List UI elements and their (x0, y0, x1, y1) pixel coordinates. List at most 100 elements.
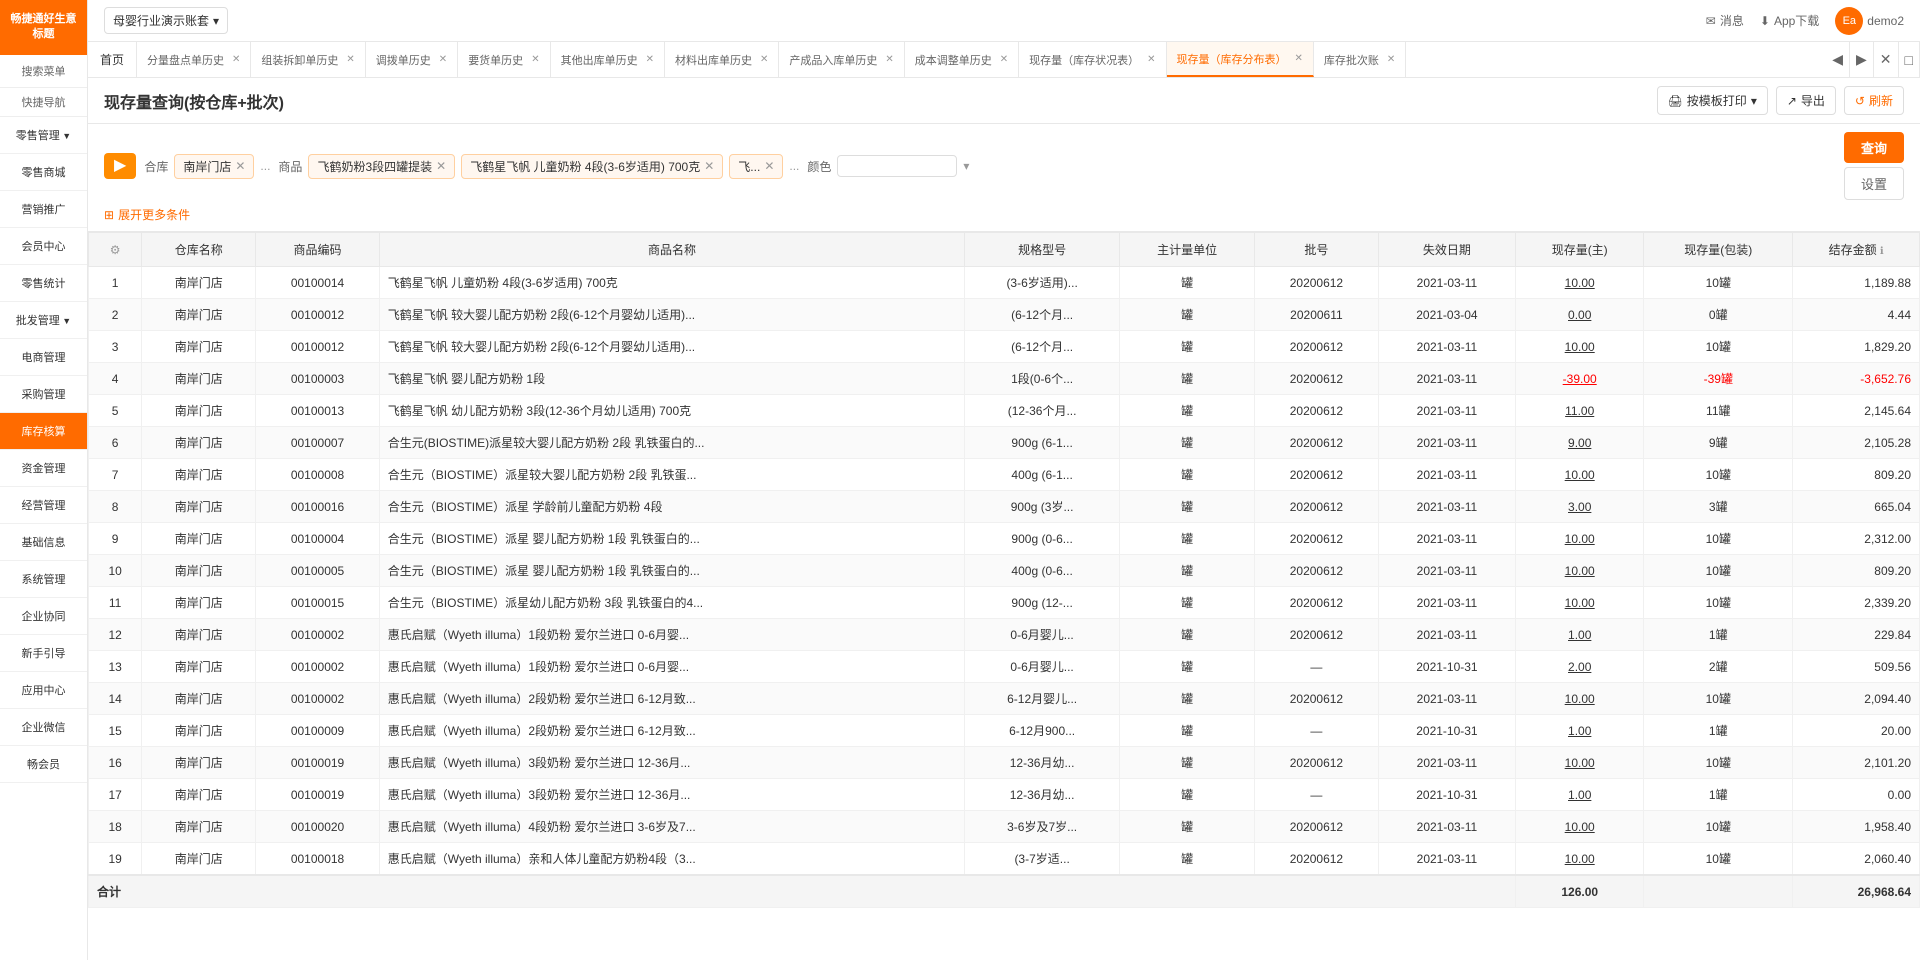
setting-button[interactable]: 设置 (1844, 167, 1904, 200)
sidebar-item-marketing[interactable]: 营销推广 (0, 191, 87, 228)
cell-qty[interactable]: 10.00 (1516, 523, 1644, 555)
goods-tag-3[interactable]: 飞... ✕ (729, 154, 783, 179)
cell-qty[interactable]: 10.00 (1516, 747, 1644, 779)
tab-close-other-out[interactable]: ✕ (646, 54, 654, 65)
cell-qty[interactable]: 0.00 (1516, 299, 1644, 331)
sidebar-item-finance-mgmt[interactable]: 资金管理 (0, 450, 87, 487)
cell-qty[interactable]: -39.00 (1516, 363, 1644, 395)
org-selector[interactable]: 母婴行业演示账套 ▾ (104, 7, 228, 34)
tab-inventory-dist[interactable]: 现存量（库存分布表）✕ (1167, 42, 1314, 77)
export-button[interactable]: ↗ 导出 (1776, 86, 1836, 115)
sidebar-item-enterprise-wechat[interactable]: 企业微信 (0, 709, 87, 746)
tab-close-inventory-dist[interactable]: ✕ (1295, 53, 1303, 64)
table-body: 1南岸门店00100014飞鹤星飞帆 儿童奶粉 4段(3-6岁适用) 700克(… (89, 267, 1920, 876)
cell-qty[interactable]: 11.00 (1516, 395, 1644, 427)
goods-tag-1[interactable]: 飞鹤奶粉3段四罐提装 ✕ (308, 154, 455, 179)
query-button[interactable]: 查询 (1844, 132, 1904, 163)
refresh-button[interactable]: ↺ 刷新 (1844, 86, 1904, 115)
cell-qty[interactable]: 10.00 (1516, 555, 1644, 587)
cell-batch: 20200612 (1255, 843, 1378, 876)
message-btn[interactable]: ✉ 消息 (1706, 12, 1744, 29)
goods-tag-3-close[interactable]: ✕ (764, 159, 774, 173)
cell-qty[interactable]: 1.00 (1516, 619, 1644, 651)
tab-close-cost-adjust[interactable]: ✕ (1000, 54, 1008, 65)
warehouse-tag[interactable]: 南岸门店 ✕ (174, 154, 254, 179)
sidebar-item-member-card[interactable]: 畅会员 (0, 746, 87, 783)
filter-toggle-btn[interactable]: ▶ (104, 153, 136, 179)
cell-qty[interactable]: 10.00 (1516, 587, 1644, 619)
tab-close-request-order[interactable]: ✕ (531, 54, 539, 65)
color-input[interactable] (837, 155, 957, 177)
expand-conditions[interactable]: ⊞ 展开更多条件 (104, 206, 1904, 223)
tab-close-material-out[interactable]: ✕ (760, 54, 768, 65)
tab-close-all[interactable]: ✕ (1874, 42, 1899, 77)
quick-nav[interactable]: 快捷导航 (0, 88, 87, 117)
cell-expiry: 2021-10-31 (1378, 651, 1516, 683)
sidebar-item-inventory-check[interactable]: 库存核算 (0, 413, 87, 450)
cell-qty[interactable]: 10.00 (1516, 267, 1644, 299)
sidebar-item-enterprise-collab[interactable]: 企业协同 (0, 598, 87, 635)
search-menu[interactable]: 搜索菜单 (0, 55, 87, 88)
goods-tag-2-close[interactable]: ✕ (704, 159, 714, 173)
th-settings[interactable]: ⚙ (89, 233, 142, 267)
tab-cost-adjust[interactable]: 成本调整单历史✕ (905, 42, 1019, 77)
goods-dots[interactable]: ... (789, 159, 799, 173)
cell-qty-pkg: 0罐 (1644, 299, 1793, 331)
tab-close-mix-order[interactable]: ✕ (439, 54, 447, 65)
sidebar-item-app-center[interactable]: 应用中心 (0, 672, 87, 709)
sidebar-item-basic-info[interactable]: 基础信息 (0, 524, 87, 561)
tab-batch-post[interactable]: 库存批次账✕ (1314, 42, 1406, 77)
sidebar-item-ops-mgmt[interactable]: 经营管理 (0, 487, 87, 524)
user-avatar[interactable]: Ea demo2 (1835, 7, 1904, 35)
amount-info-icon[interactable]: ℹ (1880, 246, 1884, 257)
tab-material-out[interactable]: 材料出库单历史✕ (665, 42, 779, 77)
tab-close-inventory-status[interactable]: ✕ (1147, 54, 1155, 65)
tab-close-split-inventory[interactable]: ✕ (232, 54, 240, 65)
sidebar-item-member-center[interactable]: 会员中心 (0, 228, 87, 265)
sidebar-item-retail-stats[interactable]: 零售统计 (0, 265, 87, 302)
cell-qty[interactable]: 10.00 (1516, 331, 1644, 363)
cell-amount: 0.00 (1793, 779, 1920, 811)
tab-nav-next[interactable]: ▶ (1850, 42, 1874, 77)
warehouse-dots[interactable]: ... (260, 159, 270, 173)
tab-home[interactable]: 首页 (88, 42, 137, 77)
sidebar-item-retail-store[interactable]: 零售商城 (0, 154, 87, 191)
tab-disassembly[interactable]: 组装拆卸单历史✕ (251, 42, 365, 77)
cell-qty[interactable]: 10.00 (1516, 459, 1644, 491)
tab-inventory-status[interactable]: 现存量（库存状况表）✕ (1019, 42, 1166, 77)
cell-qty[interactable]: 10.00 (1516, 811, 1644, 843)
sidebar-item-retail-mgmt[interactable]: 零售管理 ▼ (0, 117, 87, 154)
cell-qty[interactable]: 3.00 (1516, 491, 1644, 523)
cell-qty[interactable]: 9.00 (1516, 427, 1644, 459)
cell-qty[interactable]: 1.00 (1516, 715, 1644, 747)
tab-close-product-in[interactable]: ✕ (885, 54, 893, 65)
goods-tag-1-close[interactable]: ✕ (436, 159, 446, 173)
cell-qty[interactable]: 1.00 (1516, 779, 1644, 811)
sidebar-item-purchase-mgmt[interactable]: 采购管理 (0, 376, 87, 413)
goods-tag-2[interactable]: 飞鹤星飞帆 儿童奶粉 4段(3-6岁适用) 700克 ✕ (461, 154, 723, 179)
tab-mix-order[interactable]: 调拨单历史 ✕ (366, 42, 458, 77)
sidebar-item-ecommerce-mgmt[interactable]: 电商管理 (0, 339, 87, 376)
color-dropdown-icon[interactable]: ▾ (963, 159, 969, 173)
cell-qty[interactable]: 2.00 (1516, 651, 1644, 683)
sidebar-item-wholesale-mgmt[interactable]: 批发管理 ▼ (0, 302, 87, 339)
cell-amount: 2,094.40 (1793, 683, 1920, 715)
tab-request-order[interactable]: 要货单历史✕ (458, 42, 550, 77)
tab-other-out[interactable]: 其他出库单历史✕ (551, 42, 665, 77)
sidebar-item-new-guide[interactable]: 新手引导 (0, 635, 87, 672)
tab-product-in[interactable]: 产成品入库单历史✕ (779, 42, 904, 77)
cell-qty[interactable]: 10.00 (1516, 683, 1644, 715)
tab-close-batch-post[interactable]: ✕ (1387, 54, 1395, 65)
warehouse-tag-close[interactable]: ✕ (235, 159, 245, 173)
tab-maximize[interactable]: □ (1899, 42, 1920, 77)
tab-label-mix-order: 调拨单历史 (376, 52, 431, 68)
settings-icon[interactable]: ⚙ (110, 243, 121, 257)
tab-nav-prev[interactable]: ◀ (1826, 42, 1850, 77)
cell-qty-pkg: 9罐 (1644, 427, 1793, 459)
print-button[interactable]: 🖨 按模板打印 ▾ (1657, 86, 1768, 115)
sidebar-item-system-mgmt[interactable]: 系统管理 (0, 561, 87, 598)
tab-close-disassembly[interactable]: ✕ (346, 54, 354, 65)
app-download-btn[interactable]: ⬇ App下载 (1760, 12, 1819, 29)
cell-qty[interactable]: 10.00 (1516, 843, 1644, 876)
tab-split-inventory[interactable]: 分量盘点单历史✕ (137, 42, 251, 77)
